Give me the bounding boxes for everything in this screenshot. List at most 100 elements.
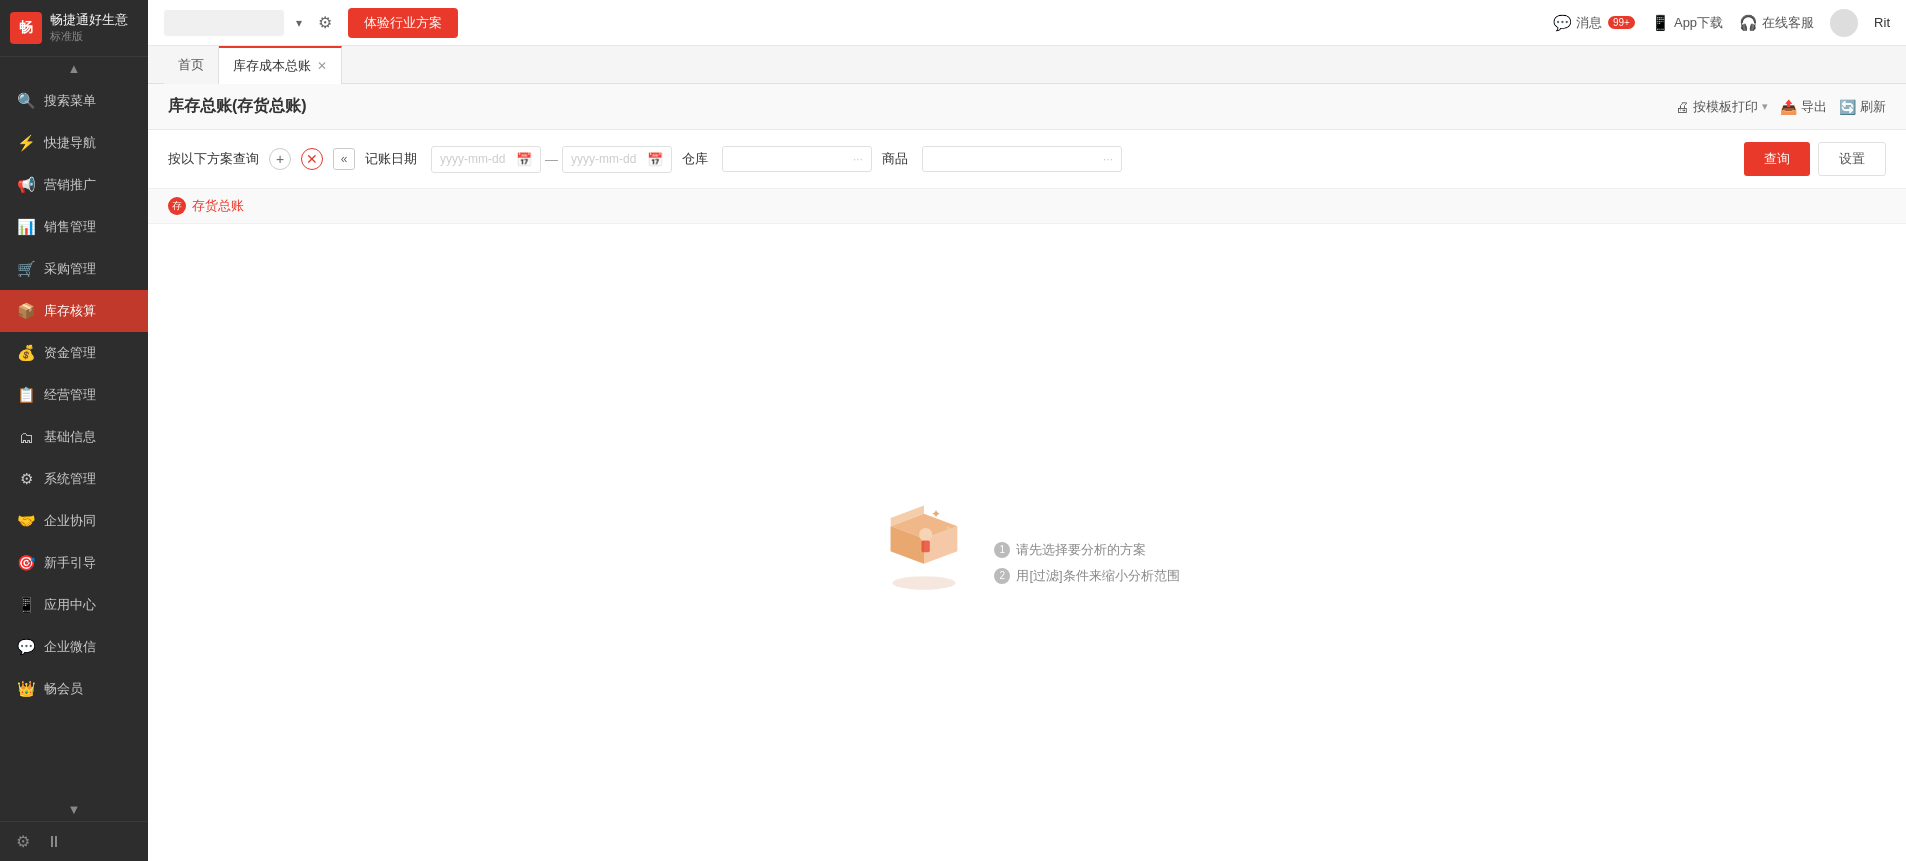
tab-close-icon[interactable]: ✕ xyxy=(317,59,327,73)
sidebar-item-collab[interactable]: 🤝 企业协同 xyxy=(0,500,148,542)
scheme-item[interactable]: 存 存货总账 xyxy=(168,197,1886,215)
refresh-label: 刷新 xyxy=(1860,98,1886,116)
sidebar-scroll-up[interactable]: ▲ xyxy=(0,57,148,80)
sidebar-item-vip[interactable]: 👑 畅会员 xyxy=(0,668,148,710)
message-icon: 💬 xyxy=(1553,14,1572,32)
sidebar-item-apps[interactable]: 📱 应用中心 xyxy=(0,584,148,626)
sidebar-item-marketing[interactable]: 📢 营销推广 xyxy=(0,164,148,206)
messages-label: 消息 xyxy=(1576,14,1602,32)
sidebar-item-label: 销售管理 xyxy=(44,218,96,236)
query-button[interactable]: 查询 xyxy=(1744,142,1810,176)
marketing-icon: 📢 xyxy=(16,175,36,195)
date-input-group: yyyy-mm-dd 📅 — yyyy-mm-dd 📅 xyxy=(431,146,672,173)
finance-icon: 💰 xyxy=(16,343,36,363)
goods-label: 商品 xyxy=(882,150,908,168)
brand-name: 畅捷通好生意 xyxy=(50,12,128,29)
svg-text:✦: ✦ xyxy=(931,507,941,520)
filter-settings-button[interactable]: 设置 xyxy=(1818,142,1886,176)
print-dropdown-icon[interactable]: ▾ xyxy=(1762,100,1768,113)
brand-version: 标准版 xyxy=(50,29,128,43)
sidebar: 畅 畅捷通好生意 标准版 ▲ 🔍 搜索菜单 ⚡ 快捷导航 📢 营销推广 📊 销售… xyxy=(0,0,148,861)
collab-icon: 🤝 xyxy=(16,511,36,531)
basic-icon: 🗂 xyxy=(16,427,36,447)
settings-bottom-icon[interactable]: ⚙ xyxy=(16,832,30,851)
sidebar-scroll-down[interactable]: ▼ xyxy=(0,798,148,821)
date-end-placeholder: yyyy-mm-dd xyxy=(571,152,636,166)
header-settings-icon[interactable]: ⚙ xyxy=(318,13,332,32)
purchase-icon: 🛒 xyxy=(16,259,36,279)
online-service-label: 在线客服 xyxy=(1762,14,1814,32)
scheme-area: 存 存货总账 xyxy=(148,189,1906,224)
page-title: 库存总账(存货总账) xyxy=(168,96,307,117)
warehouse-more-icon[interactable]: ··· xyxy=(853,152,863,166)
inventory-icon: 📦 xyxy=(16,301,36,321)
sidebar-item-label: 库存核算 xyxy=(44,302,96,320)
export-button[interactable]: 📤 导出 xyxy=(1780,98,1827,116)
tip-num-1: 1 xyxy=(994,542,1010,558)
sidebar-item-purchase[interactable]: 🛒 采购管理 xyxy=(0,248,148,290)
sidebar-item-search-menu[interactable]: 🔍 搜索菜单 xyxy=(0,80,148,122)
breadcrumb-dropdown-icon[interactable]: ▾ xyxy=(296,16,302,30)
warehouse-select[interactable]: ··· xyxy=(722,146,872,172)
sidebar-logo: 畅 畅捷通好生意 标准版 xyxy=(0,0,148,57)
operation-icon: 📋 xyxy=(16,385,36,405)
sidebar-item-basic[interactable]: 🗂 基础信息 xyxy=(0,416,148,458)
sidebar-item-newbie[interactable]: 🎯 新手引导 xyxy=(0,542,148,584)
tab-bar: 首页 库存成本总账 ✕ xyxy=(148,46,1906,84)
sidebar-item-label: 快捷导航 xyxy=(44,134,96,152)
sidebar-nav: 🔍 搜索菜单 ⚡ 快捷导航 📢 营销推广 📊 销售管理 🛒 采购管理 📦 库存核… xyxy=(0,80,148,798)
tab-home[interactable]: 首页 xyxy=(164,46,219,84)
date-start-placeholder: yyyy-mm-dd xyxy=(440,152,505,166)
messages-button[interactable]: 💬 消息 99+ xyxy=(1553,14,1635,32)
date-separator: — xyxy=(545,152,558,167)
print-button[interactable]: 🖨 按模板打印 ▾ xyxy=(1675,98,1768,116)
sidebar-item-inventory[interactable]: 📦 库存核算 xyxy=(0,290,148,332)
quick-nav-icon: ⚡ xyxy=(16,133,36,153)
sidebar-item-finance[interactable]: 💰 资金管理 xyxy=(0,332,148,374)
service-icon: 🎧 xyxy=(1739,14,1758,32)
apps-icon: 📱 xyxy=(16,595,36,615)
print-label: 按模板打印 xyxy=(1693,98,1758,116)
tab-inventory-ledger[interactable]: 库存成本总账 ✕ xyxy=(219,46,342,84)
online-service-button[interactable]: 🎧 在线客服 xyxy=(1739,14,1814,32)
brand-icon: 畅 xyxy=(10,12,42,44)
calendar-end-icon[interactable]: 📅 xyxy=(647,152,663,167)
sidebar-item-sales[interactable]: 📊 销售管理 xyxy=(0,206,148,248)
warehouse-label: 仓库 xyxy=(682,150,708,168)
sidebar-item-label: 基础信息 xyxy=(44,428,96,446)
date-filter-section: 记账日期 yyyy-mm-dd 📅 — yyyy-mm-dd 📅 xyxy=(365,146,672,173)
goods-select[interactable]: ··· xyxy=(922,146,1122,172)
sidebar-item-quick-nav[interactable]: ⚡ 快捷导航 xyxy=(0,122,148,164)
date-end-input[interactable]: yyyy-mm-dd 📅 xyxy=(562,146,672,173)
tab-inventory-label: 库存成本总账 xyxy=(233,57,311,75)
filter-bar: 按以下方案查询 + ✕ « 记账日期 yyyy-mm-dd 📅 — yyyy-m… xyxy=(148,130,1906,189)
sidebar-item-label: 系统管理 xyxy=(44,470,96,488)
sidebar-item-label: 企业协同 xyxy=(44,512,96,530)
date-start-input[interactable]: yyyy-mm-dd 📅 xyxy=(431,146,541,173)
export-label: 导出 xyxy=(1801,98,1827,116)
tab-home-label: 首页 xyxy=(178,56,204,74)
empty-illustration: ✦ ✦ xyxy=(874,493,974,593)
toggle-sidebar-icon[interactable]: ⏸ xyxy=(46,833,62,851)
filter-remove-button[interactable]: ✕ xyxy=(301,148,323,170)
vip-icon: 👑 xyxy=(16,679,36,699)
app-download-button[interactable]: 📱 App下载 xyxy=(1651,14,1723,32)
trial-button[interactable]: 体验行业方案 xyxy=(348,8,458,38)
avatar[interactable] xyxy=(1830,9,1858,37)
tip-num-2: 2 xyxy=(994,568,1010,584)
svg-rect-8 xyxy=(922,540,930,552)
main-area: ▾ ⚙ 体验行业方案 💬 消息 99+ 📱 App下载 🎧 在线客服 Rit xyxy=(148,0,1906,861)
empty-visual: ✦ ✦ 1 请先选择要分析的方案 2 用[过滤]条件来缩小分析范围 xyxy=(874,493,1179,593)
scheme-type-icon: 存 xyxy=(168,197,186,215)
calendar-start-icon[interactable]: 📅 xyxy=(516,152,532,167)
sidebar-item-operation[interactable]: 📋 经营管理 xyxy=(0,374,148,416)
empty-tips: 1 请先选择要分析的方案 2 用[过滤]条件来缩小分析范围 xyxy=(994,541,1179,593)
message-badge: 99+ xyxy=(1608,16,1635,29)
filter-add-button[interactable]: + xyxy=(269,148,291,170)
refresh-button[interactable]: 🔄 刷新 xyxy=(1839,98,1886,116)
filter-collapse-button[interactable]: « xyxy=(333,148,355,170)
goods-more-icon[interactable]: ··· xyxy=(1103,152,1113,166)
goods-filter-section: 商品 ··· xyxy=(882,146,1122,172)
sidebar-item-system[interactable]: ⚙ 系统管理 xyxy=(0,458,148,500)
sidebar-item-wechat[interactable]: 💬 企业微信 xyxy=(0,626,148,668)
